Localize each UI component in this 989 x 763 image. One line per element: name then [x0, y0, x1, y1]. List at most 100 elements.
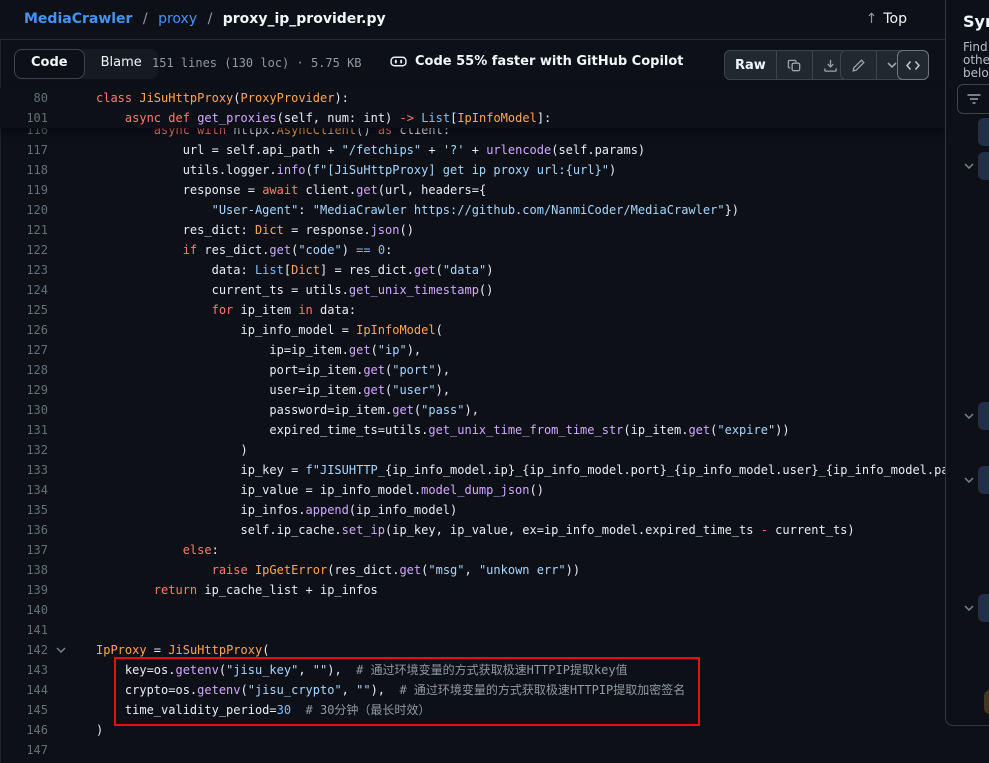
breadcrumb-separator: / — [208, 11, 213, 27]
chevron-down-icon[interactable] — [964, 163, 974, 169]
gutter — [48, 160, 96, 180]
code-line: 134 ip_value = ip_info_model.model_dump_… — [0, 480, 945, 500]
code-text: for ip_item in data: — [96, 300, 356, 320]
code-line: 141 — [0, 620, 945, 640]
line-number[interactable]: 140 — [0, 600, 48, 620]
line-number[interactable]: 142 — [0, 640, 48, 660]
line-number[interactable]: 137 — [0, 540, 48, 560]
line-number[interactable]: 132 — [0, 440, 48, 460]
symbols-panel: Sym Find other below — [945, 0, 989, 726]
symbol-item[interactable] — [978, 594, 989, 622]
code-line: 127 ip=ip_item.get("ip"), — [0, 340, 945, 360]
symbol-item[interactable] — [978, 118, 989, 146]
line-number[interactable]: 136 — [0, 520, 48, 540]
code-text: IpProxy = JiSuHttpProxy( — [96, 640, 269, 660]
line-number[interactable]: 145 — [0, 700, 48, 720]
code-line: 146) — [0, 720, 945, 740]
chevron-down-icon[interactable] — [964, 413, 974, 419]
code-symbols-icon — [906, 60, 920, 71]
line-number[interactable]: 125 — [0, 300, 48, 320]
gutter — [48, 520, 96, 540]
code-text: data: List[Dict] = res_dict.get("data") — [96, 260, 493, 280]
line-number[interactable]: 141 — [0, 620, 48, 640]
line-number[interactable]: 124 — [0, 280, 48, 300]
line-number[interactable]: 122 — [0, 240, 48, 260]
symbols-toggle-button[interactable] — [897, 50, 929, 80]
code-line: 126 ip_info_model = IpInfoModel( — [0, 320, 945, 340]
filter-icon — [967, 94, 981, 104]
symbols-panel-description: Find other below — [963, 41, 989, 80]
gutter — [48, 140, 96, 160]
symbol-item[interactable] — [978, 402, 989, 430]
line-number[interactable]: 117 — [0, 140, 48, 160]
gutter — [48, 340, 96, 360]
gutter — [48, 108, 96, 128]
code-line: 118 utils.logger.info(f"[JiSuHttpProxy] … — [0, 160, 945, 180]
chevron-down-icon — [887, 62, 897, 68]
line-number[interactable]: 135 — [0, 500, 48, 520]
line-number[interactable]: 130 — [0, 400, 48, 420]
gutter — [48, 460, 96, 480]
code-line: 119 response = await client.get(url, hea… — [0, 180, 945, 200]
code-text: ) — [96, 720, 103, 740]
line-number[interactable]: 101 — [0, 108, 48, 128]
line-number[interactable]: 138 — [0, 560, 48, 580]
gutter — [48, 600, 96, 620]
chevron-down-icon[interactable] — [964, 477, 974, 483]
file-meta-info: 151 lines (130 loc) · 5.75 KB — [152, 56, 362, 70]
line-number[interactable]: 126 — [0, 320, 48, 340]
symbol-item-highlighted[interactable] — [984, 690, 989, 714]
line-number[interactable]: 129 — [0, 380, 48, 400]
tab-code[interactable]: Code — [14, 49, 85, 79]
code-text: else: — [96, 540, 219, 560]
line-number[interactable]: 119 — [0, 180, 48, 200]
code-line: 136 self.ip_cache.set_ip(ip_key, ip_valu… — [0, 520, 945, 540]
line-number[interactable]: 143 — [0, 660, 48, 680]
breadcrumb-repo-link[interactable]: MediaCrawler — [24, 11, 132, 27]
code-text: class JiSuHttpProxy(ProxyProvider): — [96, 88, 349, 108]
code-line: 135 ip_infos.append(ip_info_model) — [0, 500, 945, 520]
code-text: ip=ip_item.get("ip"), — [96, 340, 421, 360]
raw-copy-download-group: Raw — [724, 50, 849, 80]
code-line: 147 — [0, 740, 945, 760]
line-number[interactable]: 127 — [0, 340, 48, 360]
symbol-item[interactable] — [978, 466, 989, 494]
code-text: response = await client.get(url, headers… — [96, 180, 486, 200]
chevron-down-icon[interactable] — [964, 605, 974, 611]
line-number[interactable]: 120 — [0, 200, 48, 220]
back-to-top-button[interactable]: ↑Top — [866, 11, 907, 27]
line-number[interactable]: 118 — [0, 160, 48, 180]
code-text: url = self.api_path + "/fetchips" + '?' … — [96, 140, 645, 160]
symbol-item[interactable] — [978, 152, 989, 180]
line-number[interactable]: 80 — [0, 88, 48, 108]
code-text: ) — [96, 440, 248, 460]
copy-raw-button[interactable] — [776, 51, 812, 79]
line-number[interactable]: 133 — [0, 460, 48, 480]
gutter — [48, 480, 96, 500]
code-line: 121 res_dict: Dict = response.json() — [0, 220, 945, 240]
symbols-filter-button[interactable] — [957, 84, 989, 114]
gutter — [48, 700, 96, 720]
line-number[interactable]: 134 — [0, 480, 48, 500]
line-number[interactable]: 123 — [0, 260, 48, 280]
breadcrumb-separator: / — [143, 11, 148, 27]
line-number[interactable]: 121 — [0, 220, 48, 240]
breadcrumb-folder-link[interactable]: proxy — [158, 11, 197, 27]
tab-blame[interactable]: Blame — [85, 49, 158, 79]
code-line: 80 class JiSuHttpProxy(ProxyProvider): — [0, 88, 945, 108]
gutter — [48, 240, 96, 260]
line-number[interactable]: 146 — [0, 720, 48, 740]
line-number[interactable]: 128 — [0, 360, 48, 380]
code-text: ip_key = f"JISUHTTP_{ip_info_model.ip}_{… — [96, 460, 945, 480]
breadcrumb: MediaCrawler / proxy / proxy_ip_provider… — [24, 11, 386, 27]
line-number[interactable]: 147 — [0, 740, 48, 760]
raw-button[interactable]: Raw — [725, 51, 776, 79]
breadcrumb-file-name: proxy_ip_provider.py — [223, 11, 386, 27]
line-number[interactable]: 144 — [0, 680, 48, 700]
edit-file-button[interactable] — [841, 51, 876, 79]
code-line: 101 async def get_proxies(self, num: int… — [0, 108, 945, 128]
line-number[interactable]: 139 — [0, 580, 48, 600]
line-number[interactable]: 131 — [0, 420, 48, 440]
collapse-chevron-icon[interactable] — [48, 640, 96, 660]
code-text: self.ip_cache.set_ip(ip_key, ip_value, e… — [96, 520, 855, 540]
